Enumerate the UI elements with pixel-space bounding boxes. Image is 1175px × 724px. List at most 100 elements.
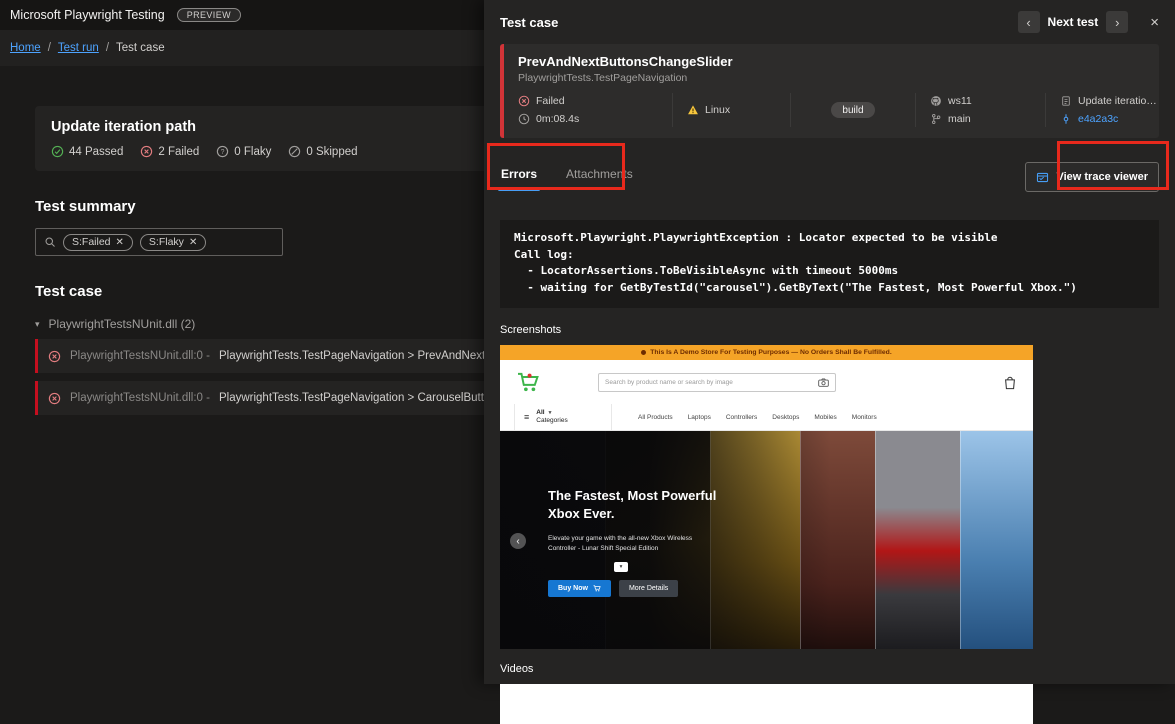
status-label: Failed: [536, 95, 565, 107]
os-label: Linux: [705, 104, 730, 116]
stat-label: 44 Passed: [69, 146, 123, 158]
test-detail-card: PrevAndNextButtonsChangeSlider Playwrigh…: [500, 44, 1159, 138]
stat-label: 0 Skipped: [306, 146, 357, 158]
skipped-icon: [288, 145, 301, 158]
failed-icon: [518, 95, 530, 107]
store-hero-carousel: ‹ The Fastest, Most Powerful Xbox Ever. …: [500, 431, 1033, 649]
branch-icon: [930, 113, 942, 125]
buy-cart-icon: [593, 585, 601, 592]
banner-warning-icon: [641, 350, 646, 355]
store-nav-link: All Products: [638, 414, 673, 421]
breadcrumb-current: Test case: [116, 42, 165, 54]
store-nav-link: Laptops: [688, 414, 711, 421]
error-line: Microsoft.Playwright.PlaywrightException…: [514, 230, 1145, 247]
view-trace-viewer-button[interactable]: View trace viewer: [1025, 162, 1159, 192]
test-row[interactable]: PlaywrightTestsNUnit.dll:0 - PlaywrightT…: [35, 381, 505, 415]
stat-passed: 44 Passed: [51, 145, 123, 158]
filter-chip-failed[interactable]: S:Failed ✕: [63, 234, 133, 251]
commit-column: Update iteratio… e4a2a3c: [1045, 93, 1171, 127]
build-column: build: [790, 93, 915, 127]
test-name: PrevAndNextButtonsChangeSlider: [504, 54, 1159, 69]
store-banner: This Is A Demo Store For Testing Purpose…: [500, 345, 1033, 360]
store-nav-link: Mobiles: [814, 414, 836, 421]
run-stats: 44 Passed 2 Failed ? 0 Flaky 0 Skipped: [51, 145, 481, 158]
banner-text: This Is A Demo Store For Testing Purpose…: [650, 349, 891, 356]
close-panel-button[interactable]: ×: [1150, 14, 1159, 31]
next-test-label[interactable]: Next test: [1048, 15, 1099, 29]
work-item-icon: [1060, 95, 1072, 107]
error-log: Microsoft.Playwright.PlaywrightException…: [500, 220, 1159, 308]
screenshot-image[interactable]: This Is A Demo Store For Testing Purpose…: [500, 345, 1033, 649]
filter-search-input[interactable]: S:Failed ✕ S:Flaky ✕: [35, 228, 283, 256]
chip-close-icon[interactable]: ✕: [189, 237, 197, 248]
test-row-name: PlaywrightTests.TestPageNavigation > Pre…: [219, 350, 505, 362]
test-row-prefix: PlaywrightTestsNUnit.dll:0 -: [70, 350, 210, 362]
test-suite: PlaywrightTests.TestPageNavigation: [504, 69, 1159, 84]
breadcrumb-separator: /: [106, 42, 109, 54]
store-search-input: Search by product name or search by imag…: [598, 373, 836, 392]
trace-button-label: View trace viewer: [1056, 171, 1148, 183]
breadcrumb-testrun-link[interactable]: Test run: [58, 42, 99, 54]
branch-label: main: [948, 113, 971, 125]
failed-icon: [48, 350, 61, 363]
filter-chip-flaky[interactable]: S:Flaky ✕: [140, 234, 206, 251]
store-logo-cart-icon: [516, 371, 542, 393]
hero-title: The Fastest, Most Powerful Xbox Ever.: [548, 487, 738, 523]
previous-test-button[interactable]: ‹: [1018, 11, 1040, 33]
failed-icon: [140, 145, 153, 158]
app-title: Microsoft Playwright Testing: [10, 8, 165, 22]
next-test-button[interactable]: ›: [1106, 11, 1128, 33]
stat-label: 2 Failed: [158, 146, 199, 158]
store-categories-dropdown: ≡ All ▾ Categories: [514, 404, 612, 430]
hero-buttons: Buy Now More Details: [548, 580, 738, 597]
error-line: - waiting for GetByTestId("carousel").Ge…: [514, 280, 1145, 297]
linux-icon: [687, 104, 699, 116]
stat-failed: 2 Failed: [140, 145, 199, 158]
hero-text-block: The Fastest, Most Powerful Xbox Ever. El…: [548, 487, 738, 597]
hamburger-icon: ≡: [524, 412, 529, 422]
store-nav: ≡ All ▾ Categories All Products Laptops …: [500, 404, 1033, 431]
categories-label-line1: All: [536, 409, 544, 417]
work-item-label: Update iteratio…: [1078, 95, 1157, 107]
store-nav-link: Monitors: [852, 414, 877, 421]
update-iteration-card: Update iteration path 44 Passed 2 Failed…: [35, 106, 497, 171]
store-nav-links: All Products Laptops Controllers Desktop…: [612, 404, 877, 430]
store-header: Search by product name or search by imag…: [500, 360, 1033, 404]
card-title: Update iteration path: [51, 119, 481, 135]
commit-link[interactable]: e4a2a3c: [1078, 113, 1118, 125]
breadcrumb-home-link[interactable]: Home: [10, 42, 41, 54]
chip-close-icon[interactable]: ✕: [116, 237, 124, 248]
build-badge: build: [831, 102, 874, 118]
store-search-placeholder: Search by product name or search by imag…: [605, 379, 814, 386]
hero-dropdown-caret: ▾: [614, 562, 628, 572]
image-search-camera-icon: [818, 378, 829, 387]
failed-icon: [48, 392, 61, 405]
error-line: - LocatorAssertions.ToBeVisibleAsync wit…: [514, 263, 1145, 280]
os-column: Linux: [672, 93, 790, 127]
categories-label-line2: Categories: [536, 417, 567, 425]
test-detail-stats: Failed 0m:08.4s Linux build ws11: [504, 93, 1159, 138]
workspace-label: ws11: [948, 95, 972, 107]
preview-badge: PREVIEW: [177, 8, 241, 22]
test-row-prefix: PlaywrightTestsNUnit.dll:0 -: [70, 392, 210, 404]
categories-caret-icon: ▾: [549, 410, 552, 417]
test-case-detail-panel: Test case ‹ Next test › × PrevAndNextBut…: [484, 0, 1175, 684]
test-row[interactable]: PlaywrightTestsNUnit.dll:0 - PlaywrightT…: [35, 339, 505, 373]
breadcrumb-separator: /: [48, 42, 51, 54]
error-line: Call log:: [514, 247, 1145, 264]
test-group-label: PlaywrightTestsNUnit.dll (2): [49, 317, 196, 331]
hero-subtitle: Elevate your game with the all-new Xbox …: [548, 534, 698, 554]
videos-label: Videos: [500, 663, 1159, 675]
store-nav-link: Controllers: [726, 414, 757, 421]
flaky-icon: ?: [216, 145, 229, 158]
svg-text:?: ?: [221, 149, 225, 156]
more-details-button: More Details: [619, 580, 678, 597]
trace-viewer-icon: [1036, 171, 1049, 184]
stat-label: 0 Flaky: [234, 146, 271, 158]
passed-icon: [51, 145, 64, 158]
video-thumbnail[interactable]: [500, 684, 1033, 724]
tab-errors[interactable]: Errors: [500, 160, 538, 191]
chip-label: S:Flaky: [149, 236, 184, 248]
stat-skipped: 0 Skipped: [288, 145, 357, 158]
tab-attachments[interactable]: Attachments: [565, 160, 634, 191]
